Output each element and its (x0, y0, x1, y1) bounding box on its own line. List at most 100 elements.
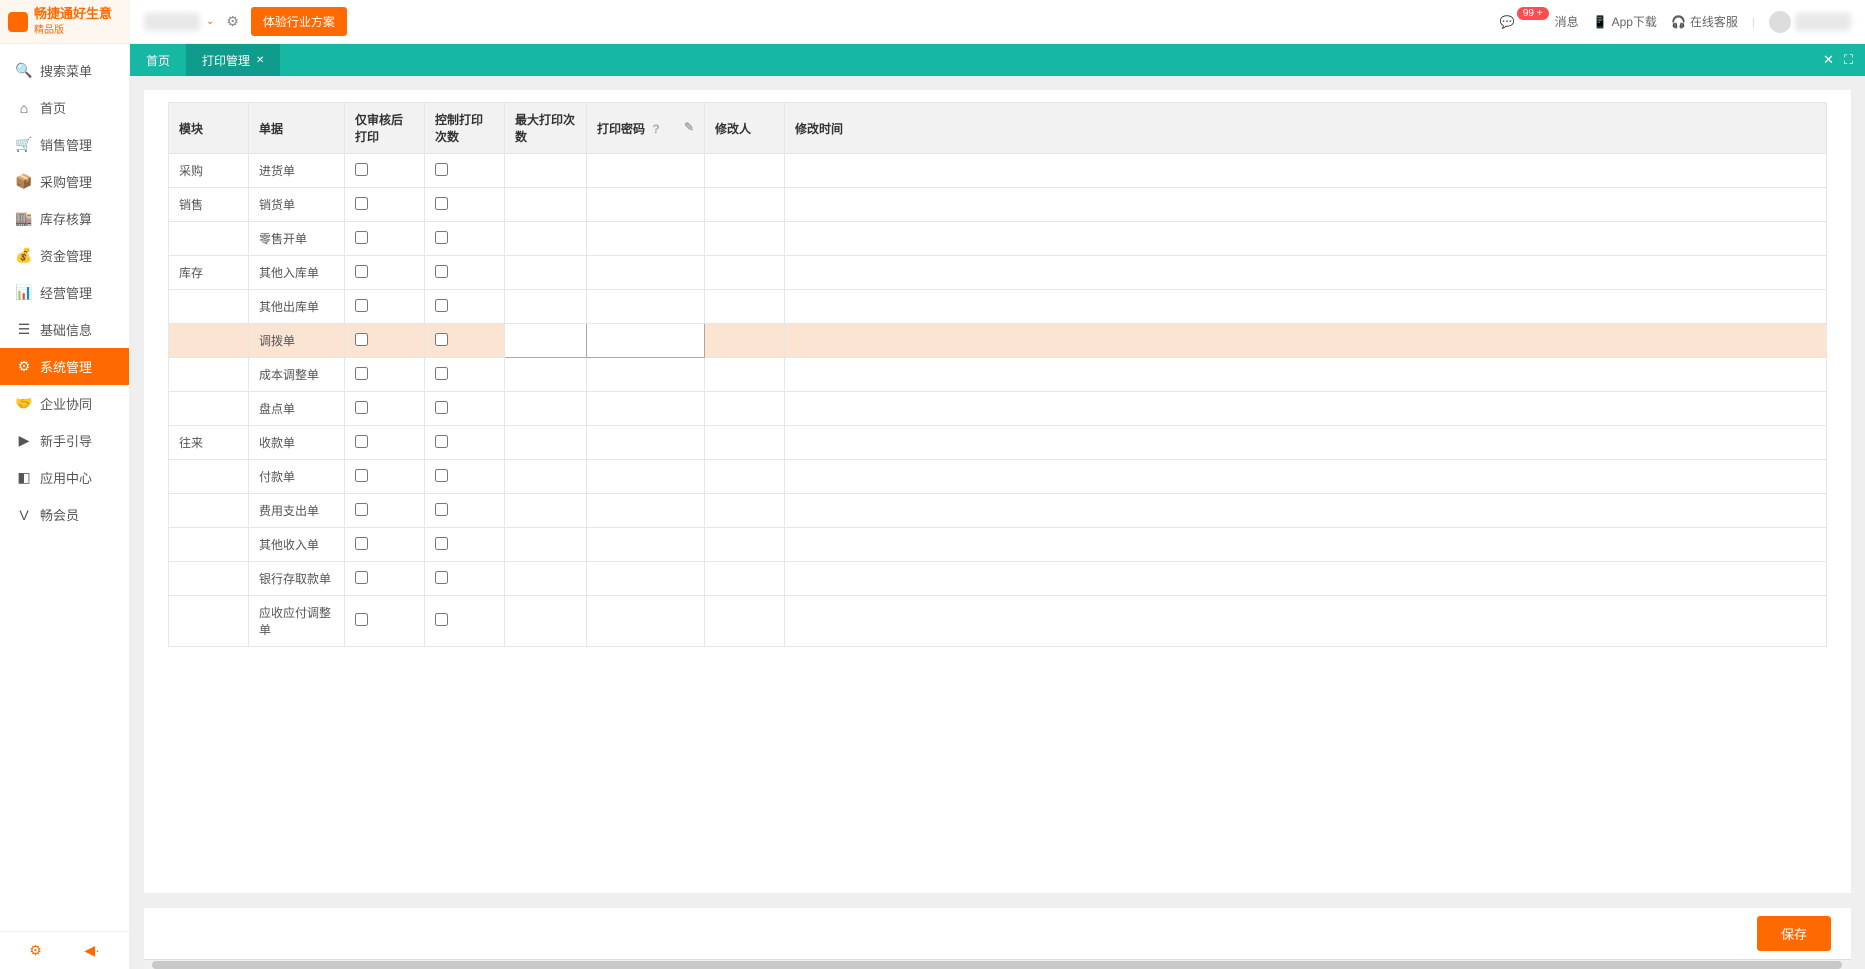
sidebar-item-fund[interactable]: 💰资金管理 (0, 237, 129, 274)
cell-doc: 其他出库单 (249, 290, 345, 324)
cell-mtime (785, 596, 1827, 647)
scrollbar-thumb[interactable] (152, 961, 1842, 969)
cell-password[interactable] (587, 154, 705, 188)
sidebar-item-biz[interactable]: 📊经营管理 (0, 274, 129, 311)
cell-max[interactable] (505, 154, 587, 188)
cell-max[interactable] (505, 392, 587, 426)
sidebar-item-search[interactable]: 🔍搜索菜单 (0, 52, 129, 89)
sidebar-item-home[interactable]: ⌂首页 (0, 89, 129, 126)
approve-checkbox[interactable] (355, 231, 368, 244)
sales-icon: 🛒 (16, 137, 32, 153)
header-msg[interactable]: 💬99 +消息 (1500, 13, 1579, 30)
cell-password[interactable] (587, 426, 705, 460)
sidebar-item-appctr[interactable]: ◧应用中心 (0, 459, 129, 496)
tab-home[interactable]: 首页 (130, 44, 186, 76)
settings-icon[interactable]: ⚙ (29, 942, 42, 959)
cell-password[interactable] (587, 290, 705, 324)
company-selector[interactable]: ········ ⌄ (144, 13, 214, 31)
cell-password[interactable] (587, 222, 705, 256)
cell-password[interactable] (587, 188, 705, 222)
sidebar-item-vip[interactable]: V畅会员 (0, 496, 129, 533)
cell-module (169, 494, 249, 528)
approve-checkbox[interactable] (355, 435, 368, 448)
cell-max[interactable] (505, 222, 587, 256)
cell-max[interactable] (505, 290, 587, 324)
limit-checkbox[interactable] (435, 367, 448, 380)
limit-checkbox[interactable] (435, 503, 448, 516)
gear-icon[interactable]: ⚙ (226, 13, 239, 30)
sidebar-item-sys[interactable]: ⚙ 系统管理 (0, 348, 129, 385)
limit-checkbox[interactable] (435, 571, 448, 584)
approve-checkbox[interactable] (355, 571, 368, 584)
cell-max[interactable] (505, 358, 587, 392)
cell-max[interactable] (505, 596, 587, 647)
sidebar-item-label: 采购管理 (40, 172, 92, 191)
cell-max[interactable] (505, 188, 587, 222)
cell-limit (425, 460, 505, 494)
cell-password[interactable] (587, 528, 705, 562)
help-icon[interactable]: ? (652, 122, 659, 136)
sidebar-item-label: 系统管理 (40, 357, 92, 376)
cell-password[interactable] (587, 562, 705, 596)
user-menu[interactable]: ········ (1769, 11, 1851, 33)
cell-max[interactable] (505, 256, 587, 290)
cell-max[interactable] (505, 426, 587, 460)
cell-password[interactable] (587, 392, 705, 426)
sidebar-item-guide[interactable]: ▶新手引导 (0, 422, 129, 459)
approve-checkbox[interactable] (355, 503, 368, 516)
limit-checkbox[interactable] (435, 613, 448, 626)
header-cs[interactable]: 🎧在线客服 (1671, 13, 1738, 30)
limit-checkbox[interactable] (435, 231, 448, 244)
approve-checkbox[interactable] (355, 163, 368, 176)
sidebar-item-stock[interactable]: 🏬库存核算 (0, 200, 129, 237)
footer-bar: 保存 (144, 907, 1851, 959)
limit-checkbox[interactable] (435, 537, 448, 550)
approve-checkbox[interactable] (355, 469, 368, 482)
approve-checkbox[interactable] (355, 265, 368, 278)
approve-checkbox[interactable] (355, 537, 368, 550)
cell-limit (425, 562, 505, 596)
close-icon[interactable]: ✕ (256, 55, 264, 66)
sidebar-item-label: 经营管理 (40, 283, 92, 302)
cell-max[interactable] (505, 528, 587, 562)
tab-close-all-icon[interactable]: ✕ (1823, 52, 1834, 68)
cell-password[interactable] (587, 596, 705, 647)
industry-plan-button[interactable]: 体验行业方案 (251, 7, 347, 36)
horizontal-scrollbar[interactable] (144, 959, 1851, 969)
approve-checkbox[interactable] (355, 333, 368, 346)
cell-max[interactable] (505, 494, 587, 528)
save-button[interactable]: 保存 (1757, 916, 1831, 951)
cell-max[interactable] (505, 562, 587, 596)
sidebar-item-purchase[interactable]: 📦采购管理 (0, 163, 129, 200)
cell-password[interactable] (587, 494, 705, 528)
limit-checkbox[interactable] (435, 401, 448, 414)
limit-checkbox[interactable] (435, 299, 448, 312)
approve-checkbox[interactable] (355, 299, 368, 312)
sys-icon: ⚙ (16, 359, 32, 375)
cell-password[interactable] (587, 256, 705, 290)
cell-password[interactable] (587, 460, 705, 494)
edit-icon[interactable]: ✎ (684, 120, 694, 134)
sidebar-item-corp[interactable]: 🤝企业协同 (0, 385, 129, 422)
limit-checkbox[interactable] (435, 333, 448, 346)
limit-checkbox[interactable] (435, 265, 448, 278)
cell-max[interactable] (505, 460, 587, 494)
cell-password[interactable] (587, 324, 705, 358)
cell-max[interactable] (505, 324, 587, 358)
sidebar-item-sales[interactable]: 🛒销售管理 (0, 126, 129, 163)
approve-checkbox[interactable] (355, 613, 368, 626)
cell-password[interactable] (587, 358, 705, 392)
limit-checkbox[interactable] (435, 469, 448, 482)
approve-checkbox[interactable] (355, 367, 368, 380)
fullscreen-icon[interactable]: ⛶ (1844, 52, 1853, 68)
header-app[interactable]: 📱App下载 (1593, 13, 1657, 30)
approve-checkbox[interactable] (355, 401, 368, 414)
sidebar-item-base[interactable]: ☰基础信息 (0, 311, 129, 348)
collapse-icon[interactable]: ◀· (84, 942, 99, 959)
limit-checkbox[interactable] (435, 163, 448, 176)
limit-checkbox[interactable] (435, 197, 448, 210)
approve-checkbox[interactable] (355, 197, 368, 210)
logo-icon (8, 12, 28, 32)
limit-checkbox[interactable] (435, 435, 448, 448)
tab-print[interactable]: 打印管理✕ (186, 44, 280, 76)
